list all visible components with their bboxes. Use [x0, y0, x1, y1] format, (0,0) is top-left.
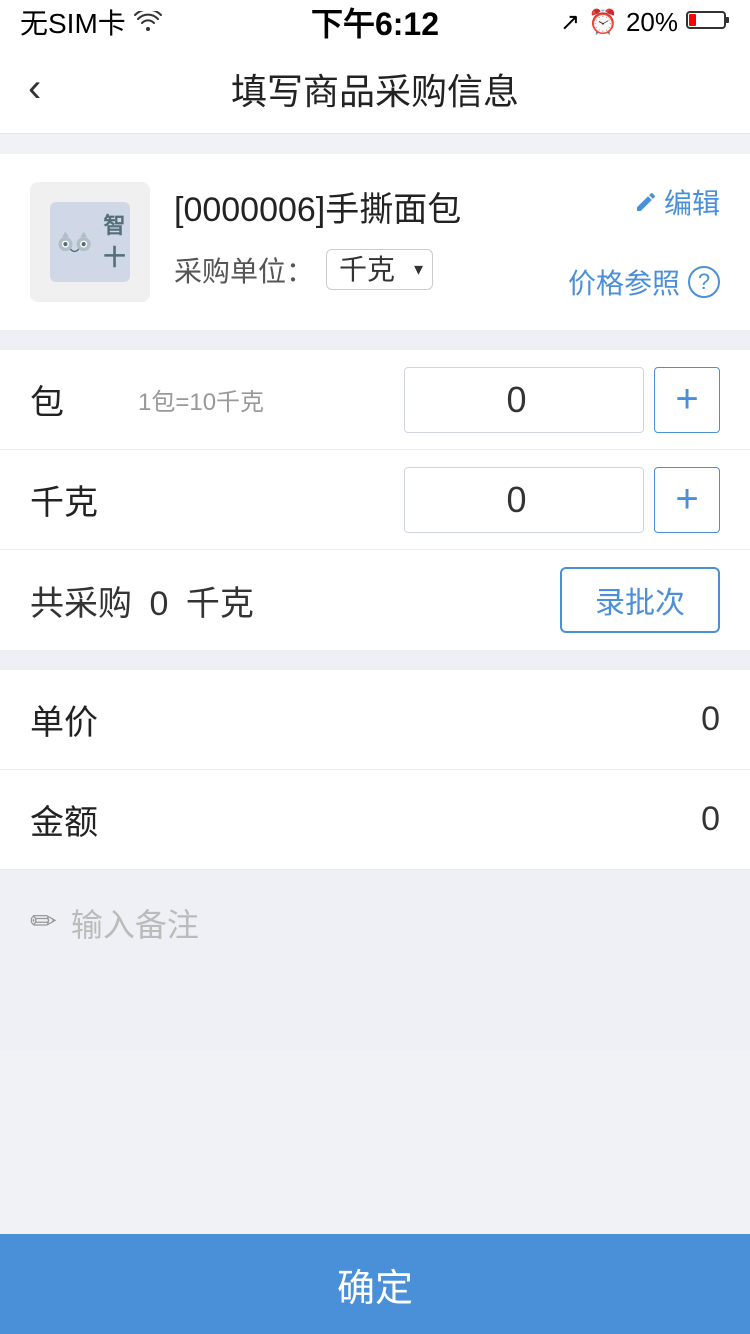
summary-prefix: 共采购	[30, 585, 132, 623]
pack-label: 包	[30, 375, 130, 424]
status-left: 无SIM卡	[20, 2, 162, 42]
confirm-label: 确定	[337, 1257, 413, 1312]
amount-row: 金额 0	[0, 770, 750, 870]
summary-value: 0	[149, 585, 168, 623]
summary-text: 共采购 0 千克	[30, 576, 254, 625]
kg-plus-button[interactable]: +	[654, 467, 720, 533]
unit-price-row: 单价 0	[0, 670, 750, 770]
pack-input-row: 包 1包=10千克 +	[0, 350, 750, 450]
kg-label: 千克	[30, 475, 130, 524]
kg-input-row: 千克 +	[0, 450, 750, 550]
notes-inner: ✏ 输入备注	[30, 900, 720, 946]
price-ref-label: 价格参照	[568, 262, 680, 302]
location-icon: ↗	[560, 8, 580, 37]
unit-select[interactable]: 千克 包	[326, 249, 433, 290]
price-ref-help-icon: ?	[688, 266, 720, 298]
unit-price-value: 0	[701, 700, 720, 739]
notes-section[interactable]: ✏ 输入备注	[0, 870, 750, 1050]
battery-icon	[686, 7, 730, 38]
nav-title: 填写商品采购信息	[231, 63, 519, 115]
logo-text: 智十	[99, 208, 130, 272]
amount-label: 金额	[30, 795, 98, 844]
notes-placeholder: 输入备注	[71, 900, 199, 946]
summary-row: 共采购 0 千克 录批次	[0, 550, 750, 650]
wifi-icon	[134, 6, 162, 38]
product-card: 智十 [0000006]手撕面包 采购单位： 千克 包 ▾ 编辑	[0, 154, 750, 330]
summary-suffix: 千克	[186, 585, 254, 623]
kg-input-right: +	[404, 467, 720, 533]
unit-price-label: 单价	[30, 695, 98, 744]
status-bar: 无SIM卡 下午6:12 ↗ ⏰ 20%	[0, 0, 750, 44]
price-ref-button[interactable]: 价格参照 ?	[568, 262, 720, 302]
amount-value: 0	[701, 800, 720, 839]
status-time: 下午6:12	[311, 0, 439, 45]
unit-select-wrap[interactable]: 千克 包 ▾	[326, 249, 433, 290]
divider-1	[0, 330, 750, 350]
product-logo: 智十	[50, 202, 130, 282]
pack-input-right: +	[404, 367, 720, 433]
info-section: 单价 0 金额 0	[0, 670, 750, 870]
status-right: ↗ ⏰ 20%	[560, 7, 730, 38]
edit-button[interactable]: 编辑	[634, 182, 720, 222]
pack-sublabel: 1包=10千克	[138, 382, 264, 417]
back-button[interactable]: ‹	[28, 66, 41, 111]
record-batch-label: 录批次	[595, 578, 685, 622]
product-image: 智十	[30, 182, 150, 302]
nav-bar: ‹ 填写商品采购信息	[0, 44, 750, 134]
kg-quantity-input[interactable]	[404, 467, 644, 533]
notes-pencil-icon: ✏	[30, 902, 57, 940]
alarm-icon: ⏰	[588, 8, 618, 37]
pack-quantity-input[interactable]	[404, 367, 644, 433]
quantity-input-section: 包 1包=10千克 + 千克 +	[0, 350, 750, 550]
confirm-button[interactable]: 确定	[0, 1234, 750, 1334]
carrier-text: 无SIM卡	[20, 2, 126, 42]
record-batch-button[interactable]: 录批次	[560, 567, 720, 633]
battery-pct: 20%	[626, 7, 678, 38]
pack-plus-button[interactable]: +	[654, 367, 720, 433]
divider-2	[0, 650, 750, 670]
edit-label: 编辑	[664, 182, 720, 222]
unit-label: 采购单位：	[174, 250, 314, 290]
